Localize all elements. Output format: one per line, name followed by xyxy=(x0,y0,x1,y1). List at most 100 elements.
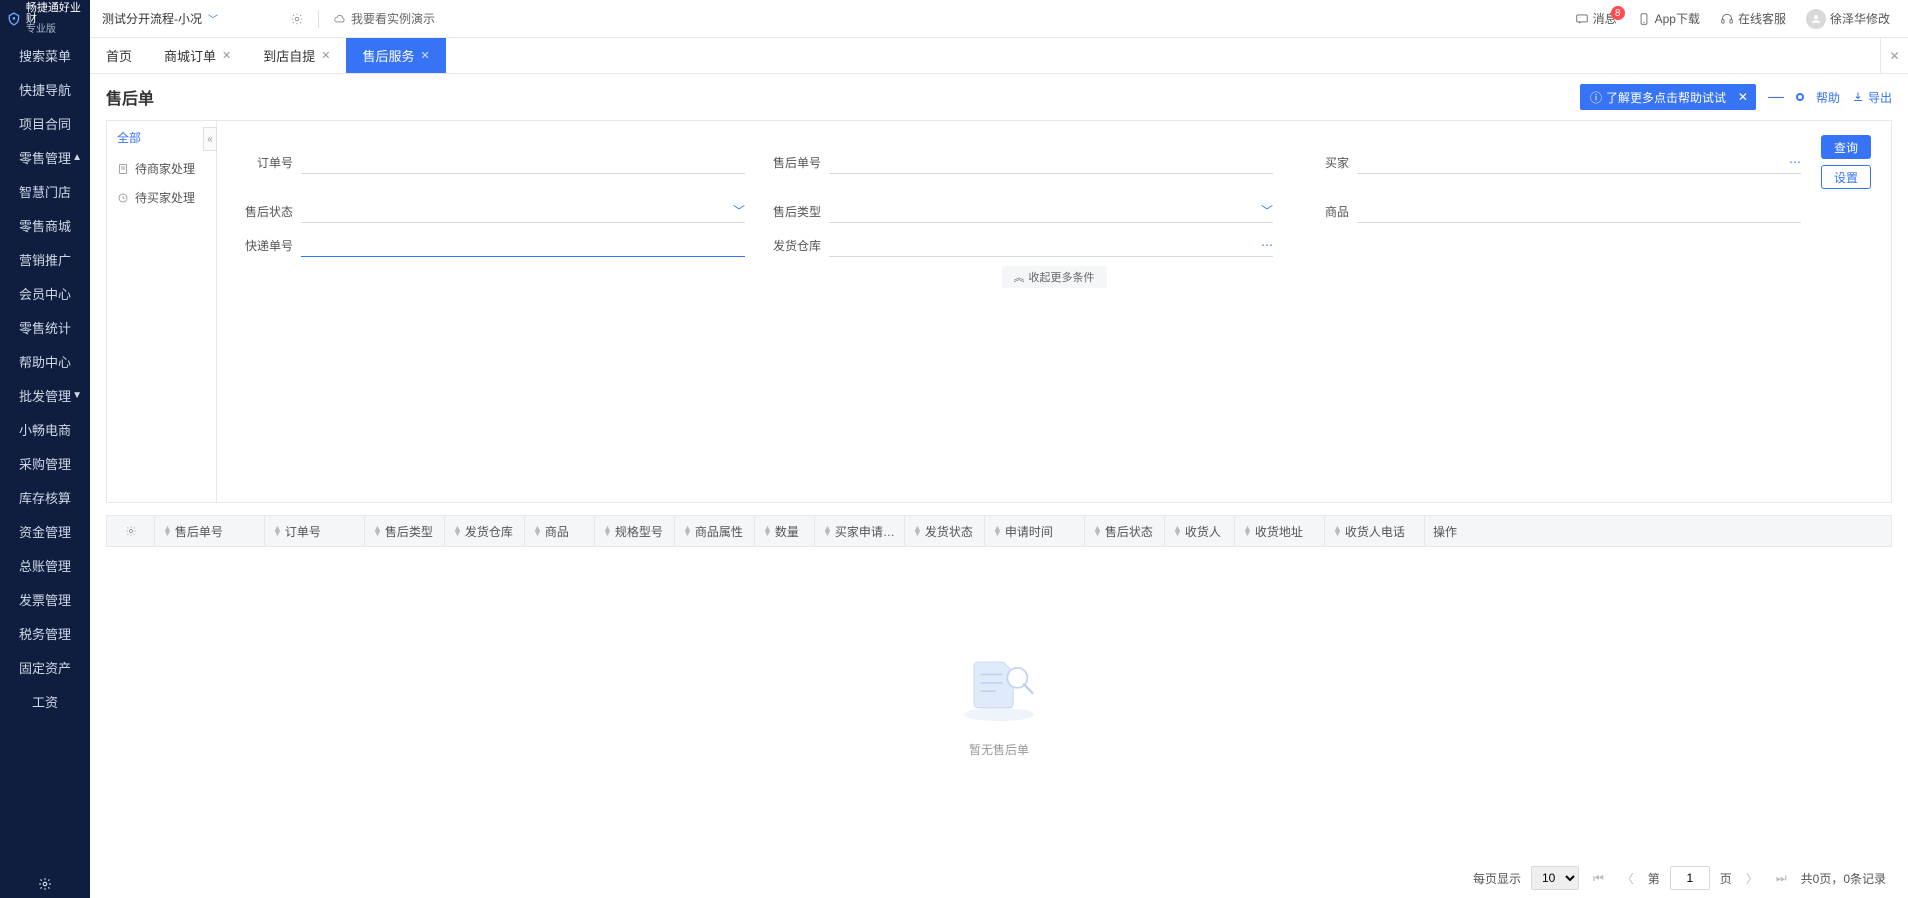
nav-item-3[interactable]: 零售管理▲ xyxy=(0,140,90,174)
chevron-up-icon: ▲ xyxy=(72,152,82,163)
dot-icon xyxy=(1796,93,1804,101)
app-download-button[interactable]: App下载 xyxy=(1631,10,1706,27)
table-column-7[interactable]: ▲▼数量 xyxy=(755,516,815,546)
nav-item-18[interactable]: 固定资产 xyxy=(0,650,90,684)
nav-item-label: 资金管理 xyxy=(19,522,71,541)
nav-item-5[interactable]: 零售商城 xyxy=(0,208,90,242)
tip-banner[interactable]: ⓘ 了解更多点击帮助试试 ✕ xyxy=(1580,84,1756,110)
ship-warehouse-input[interactable]: ⋯ xyxy=(829,233,1273,257)
close-icon[interactable]: ✕ xyxy=(321,49,330,62)
app-label: App下载 xyxy=(1655,10,1700,27)
page-input[interactable] xyxy=(1670,866,1710,890)
column-label: 规格型号 xyxy=(615,523,663,540)
settings-icon[interactable] xyxy=(38,877,52,891)
table-column-4[interactable]: ▲▼商品 xyxy=(525,516,595,546)
per-page-select[interactable]: 10 xyxy=(1531,866,1579,890)
sort-icon: ▲▼ xyxy=(1173,526,1182,537)
table-column-10[interactable]: ▲▼申请时间 xyxy=(985,516,1085,546)
user-menu[interactable]: 徐泽华修改 xyxy=(1800,9,1896,29)
pager-first[interactable]: ⏮ xyxy=(1589,871,1608,886)
demo-link[interactable]: 我要看实例演示 xyxy=(333,10,435,27)
table-column-0[interactable]: ▲▼售后单号 xyxy=(155,516,265,546)
nav-item-0[interactable]: 搜索菜单 xyxy=(0,38,90,72)
pager-prev[interactable]: 〈 xyxy=(1618,870,1638,887)
nav-item-7[interactable]: 会员中心 xyxy=(0,276,90,310)
sidebar: 畅捷通好业财 专业版 搜索菜单快捷导航项目合同零售管理▲智慧门店零售商城营销推广… xyxy=(0,0,90,898)
tab-3[interactable]: 售后服务✕ xyxy=(346,38,445,73)
nav-item-label: 零售管理 xyxy=(19,148,71,167)
settings-button[interactable]: 设置 xyxy=(1821,165,1871,189)
page-header: 售后单 ⓘ 了解更多点击帮助试试 ✕ 帮助 导出 xyxy=(90,74,1908,120)
status-tab-all[interactable]: 全部 xyxy=(107,121,216,154)
chevron-down-icon: ﹀ xyxy=(208,11,218,26)
order-no-input[interactable] xyxy=(301,150,745,174)
nav-item-15[interactable]: 总账管理 xyxy=(0,548,90,582)
table: ▲▼售后单号▲▼订单号▲▼售后类型▲▼发货仓库▲▼商品▲▼规格型号▲▼商品属性▲… xyxy=(90,515,1908,898)
sort-icon: ▲▼ xyxy=(453,526,462,537)
field-product: 商品 xyxy=(1293,199,1801,223)
express-no-input[interactable] xyxy=(301,233,745,257)
table-column-1[interactable]: ▲▼订单号 xyxy=(265,516,365,546)
nav-item-16[interactable]: 发票管理 xyxy=(0,582,90,616)
table-column-12[interactable]: ▲▼收货人 xyxy=(1165,516,1235,546)
nav-item-6[interactable]: 营销推广 xyxy=(0,242,90,276)
tabs: 首页商城订单✕到店自提✕售后服务✕✕ xyxy=(90,38,1908,74)
flow-settings-icon[interactable] xyxy=(290,12,304,26)
query-button[interactable]: 查询 xyxy=(1821,135,1871,159)
table-column-11[interactable]: ▲▼售后状态 xyxy=(1085,516,1165,546)
chevron-up-icon: ︽ xyxy=(1014,269,1025,285)
nav-item-11[interactable]: 小畅电商 xyxy=(0,412,90,446)
support-button[interactable]: 在线客服 xyxy=(1714,10,1792,27)
status-tab-merchant[interactable]: 待商家处理 xyxy=(107,154,216,183)
table-column-8[interactable]: ▲▼买家申请… xyxy=(815,516,905,546)
flow-selector[interactable]: 测试分开流程-小况 ﹀ xyxy=(102,10,282,27)
column-label: 商品 xyxy=(545,523,569,540)
nav-item-9[interactable]: 帮助中心 xyxy=(0,344,90,378)
tab-2[interactable]: 到店自提✕ xyxy=(247,38,346,73)
nav-item-label: 搜索菜单 xyxy=(19,46,71,65)
filter-section: 全部 待商家处理 待买家处理 « 订单号 售后单号 xyxy=(90,120,1908,515)
collapse-filters-button[interactable]: ︽ 收起更多条件 xyxy=(1002,266,1107,288)
tip-close-icon[interactable]: ✕ xyxy=(1738,90,1748,104)
help-link[interactable]: 帮助 xyxy=(1816,89,1840,106)
aftersale-no-input[interactable] xyxy=(829,150,1273,174)
table-column-3[interactable]: ▲▼发货仓库 xyxy=(445,516,525,546)
nav-item-2[interactable]: 项目合同 xyxy=(0,106,90,140)
nav-item-13[interactable]: 库存核算 xyxy=(0,480,90,514)
nav-item-12[interactable]: 采购管理 xyxy=(0,446,90,480)
separator xyxy=(318,10,319,28)
nav-item-10[interactable]: 批发管理▼ xyxy=(0,378,90,412)
table-column-2[interactable]: ▲▼售后类型 xyxy=(365,516,445,546)
sort-icon: ▲▼ xyxy=(1243,526,1252,537)
close-icon[interactable]: ✕ xyxy=(421,49,430,62)
nav-item-14[interactable]: 资金管理 xyxy=(0,514,90,548)
column-settings[interactable] xyxy=(107,516,155,546)
nav-item-17[interactable]: 税务管理 xyxy=(0,616,90,650)
status-tab-buyer[interactable]: 待买家处理 xyxy=(107,183,216,212)
product-input[interactable] xyxy=(1357,199,1801,223)
table-column-13[interactable]: ▲▼收货地址 xyxy=(1235,516,1325,546)
tab-0[interactable]: 首页 xyxy=(90,38,148,73)
tab-1[interactable]: 商城订单✕ xyxy=(148,38,247,73)
table-column-5[interactable]: ▲▼规格型号 xyxy=(595,516,675,546)
table-column-14[interactable]: ▲▼收货人电话 xyxy=(1325,516,1425,546)
export-link[interactable]: 导出 xyxy=(1852,89,1892,106)
table-column-6[interactable]: ▲▼商品属性 xyxy=(675,516,755,546)
messages-button[interactable]: 消息 8 xyxy=(1569,10,1623,27)
table-body: 暂无售后单 xyxy=(106,547,1892,858)
nav-item-4[interactable]: 智慧门店 xyxy=(0,174,90,208)
nav-item-label: 营销推广 xyxy=(19,250,71,269)
table-column-9[interactable]: ▲▼发货状态 xyxy=(905,516,985,546)
aftersale-status-select[interactable]: ﹀ xyxy=(301,199,745,223)
pager-next[interactable]: 〉 xyxy=(1742,870,1762,887)
pager-last[interactable]: ⏭ xyxy=(1772,871,1791,886)
close-icon[interactable]: ✕ xyxy=(222,49,231,62)
nav-item-1[interactable]: 快捷导航 xyxy=(0,72,90,106)
close-all-tabs[interactable]: ✕ xyxy=(1880,38,1908,73)
aftersale-type-select[interactable]: ﹀ xyxy=(829,199,1273,223)
nav-item-8[interactable]: 零售统计 xyxy=(0,310,90,344)
nav-item-19[interactable]: 工资 xyxy=(0,684,90,718)
table-column-15[interactable]: 操作 xyxy=(1425,516,1495,546)
buyer-input[interactable]: ⋯ xyxy=(1357,150,1801,174)
collapse-side-icon[interactable]: « xyxy=(203,127,217,151)
